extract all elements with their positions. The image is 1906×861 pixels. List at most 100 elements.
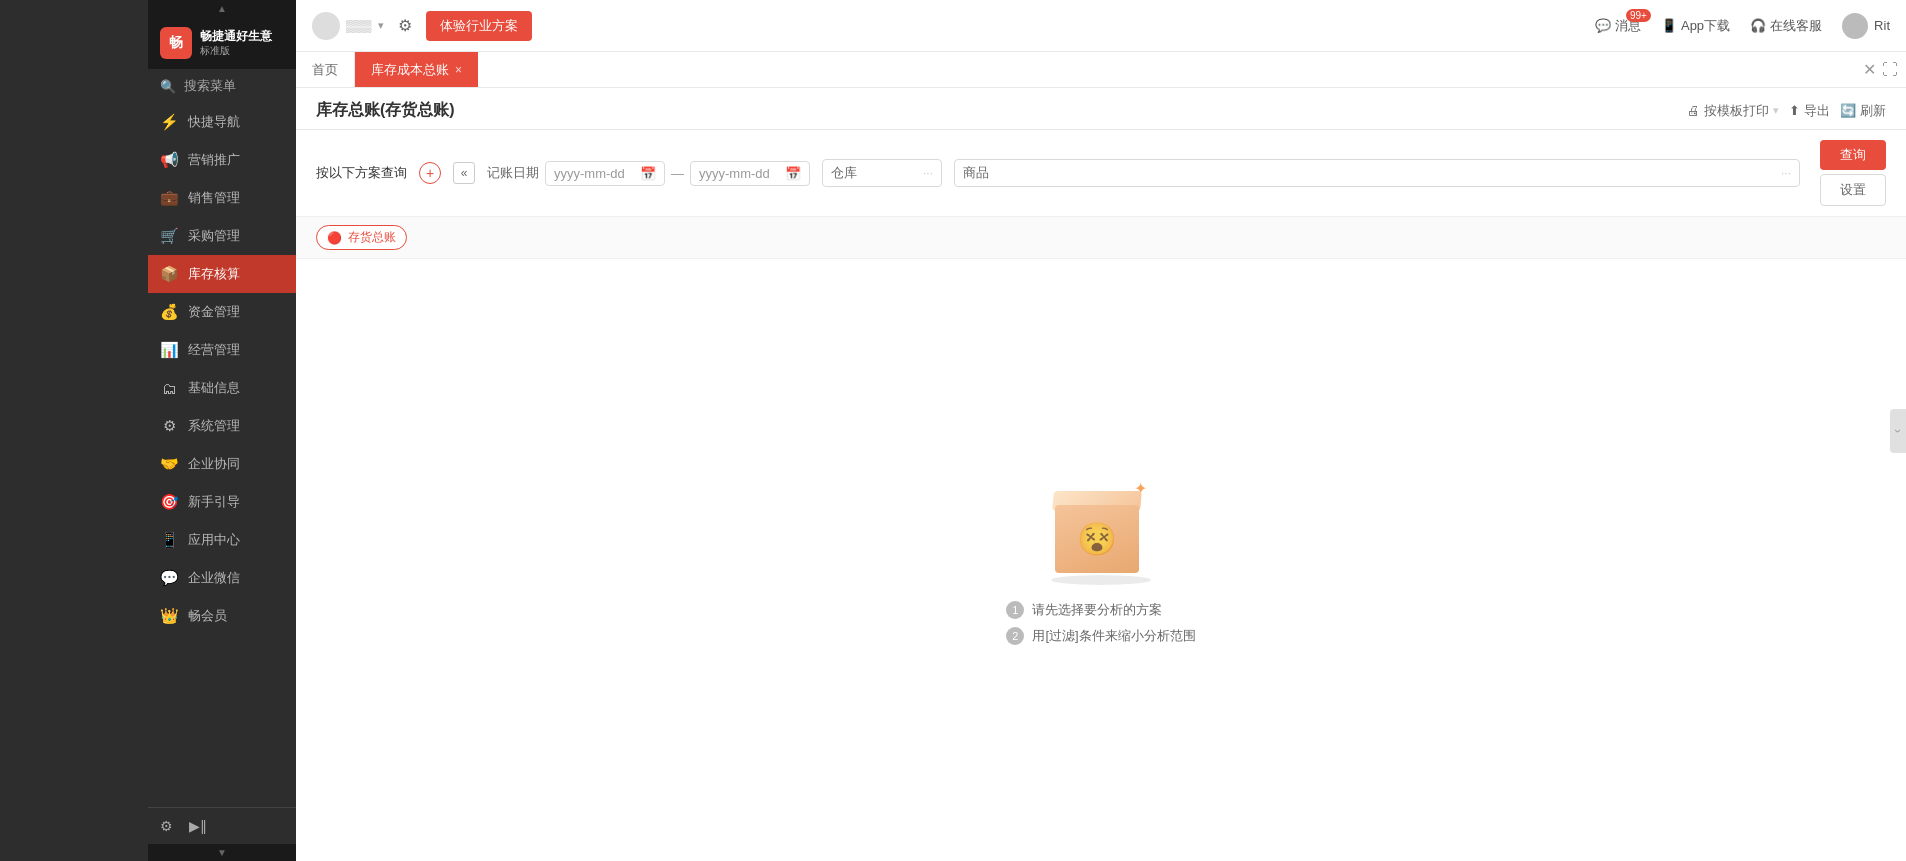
- sidebar-footer: ⚙ ▶‖: [148, 807, 296, 844]
- sound-footer-icon[interactable]: ▶‖: [189, 818, 207, 834]
- sidebar-item-basic[interactable]: 🗂基础信息: [148, 369, 296, 407]
- user-dropdown-icon[interactable]: ▾: [378, 19, 384, 32]
- nav-icon-finance: 💰: [160, 303, 178, 321]
- filter-warehouse[interactable]: 仓库 ···: [822, 159, 942, 187]
- scheme-row: 🔴 存货总账: [296, 217, 1906, 259]
- refresh-btn[interactable]: 🔄 刷新: [1840, 102, 1886, 120]
- nav-label-operations: 经营管理: [188, 341, 240, 359]
- main-area: ▒▒▒ ▾ ⚙ 体验行业方案 💬 消息 99+ 📱 App下载 🎧 在线客服 R…: [296, 0, 1906, 861]
- scheme-tag-label: 存货总账: [348, 229, 396, 246]
- logo-text: 畅捷通好生意 标准版: [200, 29, 272, 58]
- filter-product[interactable]: 商品 ···: [954, 159, 1800, 187]
- sidebar-item-guide[interactable]: 🎯 新手引导: [148, 483, 296, 521]
- scheme-tag[interactable]: 🔴 存货总账: [316, 225, 407, 250]
- right-user-avatar: [1842, 13, 1868, 39]
- hint-num-1: 1: [1006, 601, 1024, 619]
- topbar-online-service[interactable]: 🎧 在线客服: [1750, 17, 1822, 35]
- export-label: 导出: [1804, 102, 1830, 120]
- nav-label-guide: 新手引导: [188, 493, 240, 511]
- nav-icon-marketing: 📢: [160, 151, 178, 169]
- nav-icon-guide: 🎯: [160, 493, 178, 511]
- refresh-icon: 🔄: [1840, 103, 1856, 118]
- sidebar-item-apps[interactable]: 📱应用中心: [148, 521, 296, 559]
- print-icon: 🖨: [1687, 103, 1700, 118]
- app-name: 畅捷通好生意: [200, 29, 272, 45]
- product-more-icon[interactable]: ···: [1781, 166, 1791, 180]
- nav-icon-purchase: 🛒: [160, 227, 178, 245]
- sidebar-item-finance[interactable]: 💰资金管理: [148, 293, 296, 331]
- sidebar-item-purchase[interactable]: 🛒采购管理: [148, 217, 296, 255]
- warehouse-more-icon[interactable]: ···: [923, 166, 933, 180]
- content-area: 😵 ✦ 1 请先选择要分析的方案 2 用[过滤]条件来缩小分析范围: [296, 259, 1906, 861]
- warehouse-label: 仓库: [831, 164, 923, 182]
- sidebar-item-quick-nav[interactable]: ⚡快捷导航: [148, 103, 296, 141]
- sidebar-item-sales[interactable]: 💼销售管理: [148, 179, 296, 217]
- topbar-user: ▒▒▒ ▾: [312, 12, 384, 40]
- tab-right-controls: ✕ ⛶: [1863, 60, 1906, 79]
- nav-label-system: 系统管理: [188, 417, 240, 435]
- sidebar-item-system[interactable]: ⚙ 系统管理: [148, 407, 296, 445]
- page-actions: 🖨 按模板打印 ▾ ⬆ 导出 🔄 刷新: [1687, 102, 1886, 120]
- filter-date-sep: —: [671, 166, 684, 181]
- nav-label-inventory: 库存核算: [188, 265, 240, 283]
- right-user-name: Rit: [1874, 18, 1890, 33]
- app-logo: 畅 畅捷通好生意 标准版: [148, 17, 296, 69]
- tab-home[interactable]: 首页: [296, 52, 355, 87]
- filter-date-start[interactable]: yyyy-mm-dd 📅: [545, 161, 665, 186]
- nav-icon-member: 👑: [160, 607, 178, 625]
- filter-bar: 按以下方案查询 + « 记账日期 yyyy-mm-dd 📅 — yyyy-mm-…: [296, 130, 1906, 217]
- sidebar-nav: ⚡快捷导航 📢 营销推广 💼销售管理🛒采购管理📦库存核算💰资金管理📊经营管理🗂基础信息…: [148, 103, 296, 807]
- page-header: 库存总账(存货总账) 🖨 按模板打印 ▾ ⬆ 导出 🔄 刷新: [296, 88, 1906, 130]
- query-btn[interactable]: 查询: [1820, 140, 1886, 170]
- sidebar-item-inventory[interactable]: 📦库存核算: [148, 255, 296, 293]
- sidebar-item-wechat[interactable]: 💬 企业微信: [148, 559, 296, 597]
- nav-icon-apps: 📱: [160, 531, 178, 549]
- nav-icon-system: ⚙: [160, 417, 178, 435]
- empty-state: 😵 ✦ 1 请先选择要分析的方案 2 用[过滤]条件来缩小分析范围: [1006, 475, 1195, 645]
- message-icon: 💬: [1595, 18, 1611, 33]
- empty-hint-2: 2 用[过滤]条件来缩小分析范围: [1006, 627, 1195, 645]
- tab-active[interactable]: 库存成本总账 ×: [355, 52, 478, 87]
- nav-icon-basic: 🗂: [160, 379, 178, 397]
- calendar-end-icon[interactable]: 📅: [785, 166, 801, 181]
- print-btn[interactable]: 🖨 按模板打印 ▾: [1687, 102, 1779, 120]
- app-download-label: App下载: [1681, 17, 1730, 35]
- sidebar-item-cooperation[interactable]: 🤝企业协同: [148, 445, 296, 483]
- nav-icon-wechat: 💬: [160, 569, 178, 587]
- panel-resize-icon[interactable]: ⛶: [1882, 61, 1898, 79]
- filter-add-btn[interactable]: +: [419, 162, 441, 184]
- query-settings-group: 查询 设置: [1820, 140, 1886, 206]
- tab-close-icon[interactable]: ×: [455, 63, 462, 77]
- sidebar-item-marketing[interactable]: 📢 营销推广: [148, 141, 296, 179]
- settings-footer-icon[interactable]: ⚙: [160, 818, 173, 834]
- search-icon: 🔍: [160, 79, 176, 94]
- topbar-gear-icon[interactable]: ⚙: [398, 16, 412, 35]
- nav-label-marketing: 营销推广: [188, 151, 240, 169]
- sidebar-item-member[interactable]: 👑畅会员: [148, 597, 296, 635]
- filter-collapse-btn[interactable]: «: [453, 162, 475, 184]
- topbar: ▒▒▒ ▾ ⚙ 体验行业方案 💬 消息 99+ 📱 App下载 🎧 在线客服 R…: [296, 0, 1906, 52]
- filter-date-end[interactable]: yyyy-mm-dd 📅: [690, 161, 810, 186]
- topbar-right: 💬 消息 99+ 📱 App下载 🎧 在线客服 Rit: [1595, 13, 1890, 39]
- settings-btn[interactable]: 设置: [1820, 174, 1886, 206]
- panel-close-icon[interactable]: ✕: [1863, 60, 1876, 79]
- nav-label-wechat: 企业微信: [188, 569, 240, 587]
- hint-text-2: 用[过滤]条件来缩小分析范围: [1032, 627, 1195, 645]
- sidebar-search[interactable]: 🔍 搜索菜单: [148, 69, 296, 103]
- calendar-start-icon[interactable]: 📅: [640, 166, 656, 181]
- empty-hints: 1 请先选择要分析的方案 2 用[过滤]条件来缩小分析范围: [1006, 601, 1195, 645]
- sidebar-scroll-down[interactable]: ▼: [148, 844, 296, 861]
- sidebar-item-operations[interactable]: 📊经营管理: [148, 331, 296, 369]
- logo-icon: 畅: [160, 27, 192, 59]
- message-badge: 99+: [1626, 9, 1651, 22]
- export-btn[interactable]: ⬆ 导出: [1789, 102, 1830, 120]
- empty-hint-1: 1 请先选择要分析的方案: [1006, 601, 1162, 619]
- right-panel-toggle[interactable]: ›: [1890, 409, 1906, 453]
- filter-date-label: 记账日期: [487, 164, 539, 182]
- print-dropdown-icon[interactable]: ▾: [1773, 104, 1779, 117]
- topbar-right-user: Rit: [1842, 13, 1890, 39]
- industry-btn[interactable]: 体验行业方案: [426, 11, 532, 41]
- sidebar-scroll-up[interactable]: ▲: [148, 0, 296, 17]
- topbar-app-download[interactable]: 📱 App下载: [1661, 17, 1730, 35]
- topbar-message[interactable]: 💬 消息 99+: [1595, 17, 1641, 35]
